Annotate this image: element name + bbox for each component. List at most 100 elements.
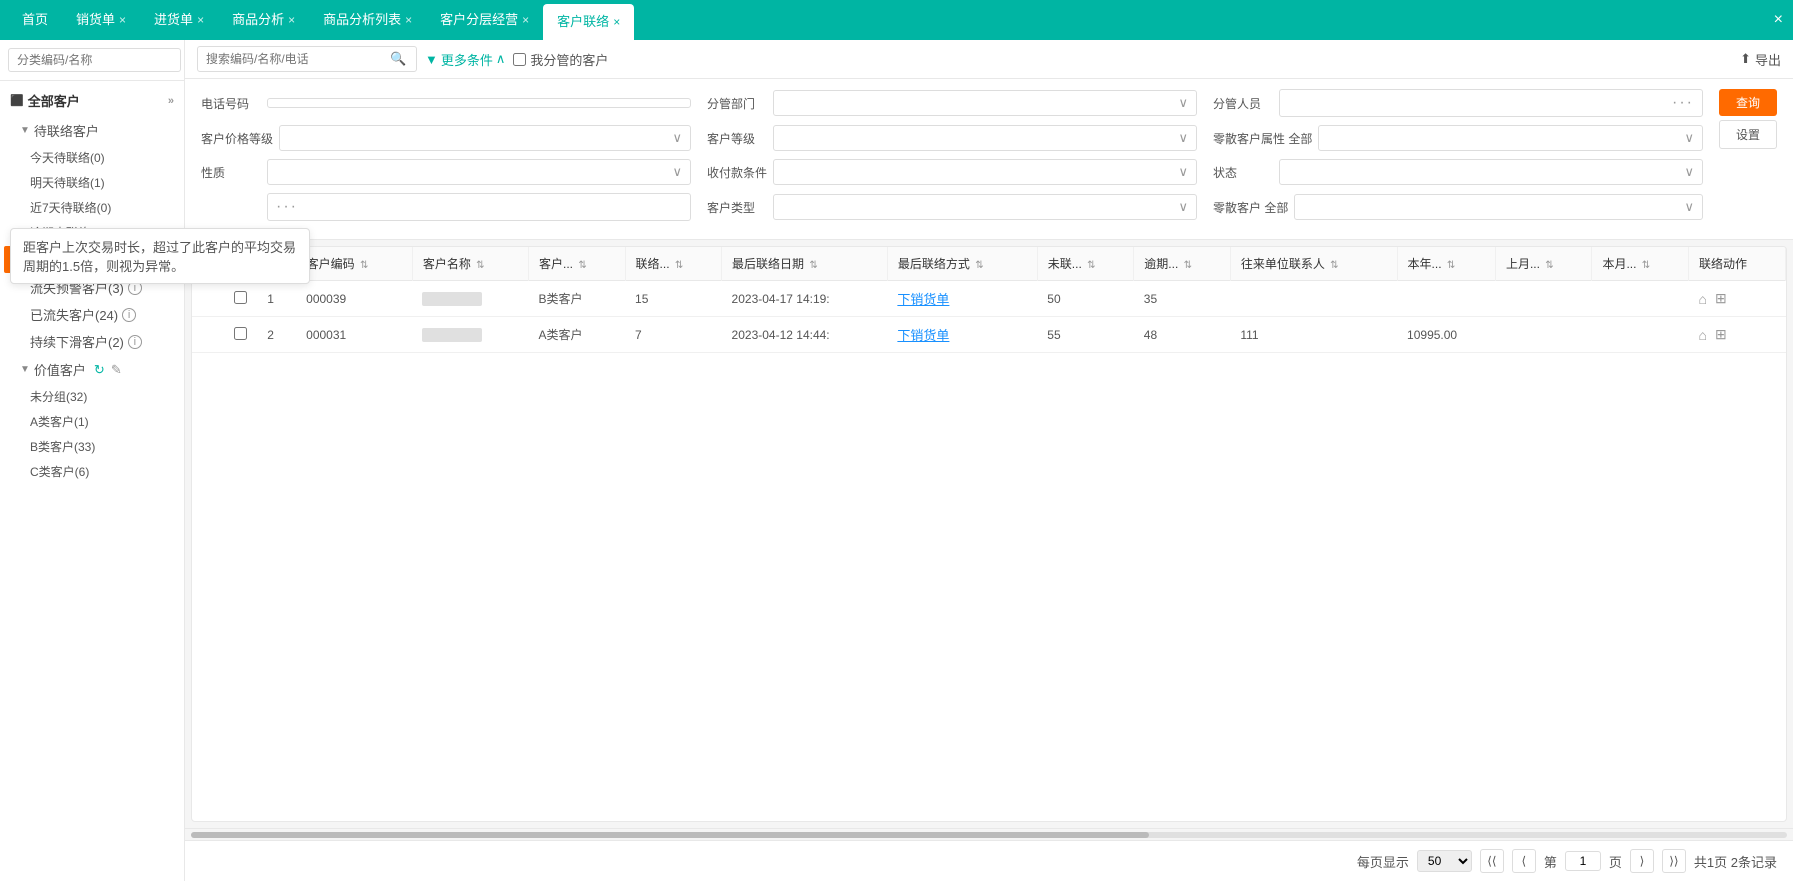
row-checkbox-1[interactable] [223, 281, 257, 317]
dept-select[interactable]: ∨ [773, 90, 1197, 116]
tree-leaf-b-class[interactable]: B类客户(33) [0, 434, 184, 459]
close-icon[interactable]: × [405, 0, 412, 40]
my-customers-checkbox[interactable]: 我分管的客户 [513, 50, 608, 69]
filter-row-4: ··· 客户类型 ∨ 零散客户 全部 [201, 193, 1703, 221]
settings-button[interactable]: 设置 [1719, 120, 1777, 149]
tree-leaf-tomorrow-pending[interactable]: 明天待联络(1) [0, 170, 184, 195]
nature-select[interactable]: ∨ [267, 159, 691, 185]
row-last-method-2[interactable]: 下销货单 [887, 317, 1037, 353]
table-header-company-contact[interactable]: 往来单位联系人 ⇅ [1230, 247, 1397, 281]
filter-field-status: 状态 ∨ [1213, 159, 1703, 185]
contact-action-icon-1[interactable]: ⌂ [1698, 291, 1706, 307]
nav-item-customer-tier[interactable]: 客户分层经营 × [426, 0, 543, 40]
row-index-1: 1 [257, 281, 296, 317]
page-number-input[interactable] [1565, 851, 1601, 871]
table-header-this-year[interactable]: 本年... ⇅ [1397, 247, 1495, 281]
more-conditions-toggle[interactable]: ▼ 更多条件 ∧ [425, 50, 505, 69]
extra-dots[interactable]: ··· [267, 193, 691, 221]
last-method-link-1[interactable]: 下销货单 [897, 292, 949, 307]
close-icon[interactable]: × [197, 0, 204, 40]
chevron-down-icon: ∨ [1684, 199, 1694, 215]
payment-select[interactable]: ∨ [773, 159, 1197, 185]
table-header-last-month[interactable]: 上月... ⇅ [1495, 247, 1592, 281]
tree-leaf-churned[interactable]: 已流失客户(24) i [0, 301, 184, 328]
tree-leaf-today-pending[interactable]: 今天待联络(0) [0, 145, 184, 170]
nav-item-home[interactable]: 首页 [8, 0, 62, 40]
retail-customer-select[interactable]: ∨ [1294, 194, 1703, 220]
filter-field-phone: 电话号码 [201, 95, 691, 112]
close-icon[interactable]: × [522, 0, 529, 40]
next-page-button[interactable]: ⟩ [1630, 849, 1654, 873]
table-header-name[interactable]: 客户名称 ⇅ [412, 247, 528, 281]
row-gear-2 [192, 317, 223, 353]
close-icon[interactable]: × [119, 0, 126, 40]
nav-item-product-analysis-list[interactable]: 商品分析列表 × [309, 0, 426, 40]
retail-attr-select[interactable]: ∨ [1318, 125, 1703, 151]
more-action-icon-1[interactable]: ⊞ [1715, 290, 1727, 307]
customer-type-select[interactable]: ∨ [773, 194, 1197, 220]
status-select[interactable]: ∨ [1279, 159, 1703, 185]
nav-item-purchase[interactable]: 进货单 × [140, 0, 218, 40]
first-page-button[interactable]: ⟨⟨ [1480, 849, 1504, 873]
row-this-year-2: 10995.00 [1397, 317, 1495, 353]
triangle-icon: ▼ [20, 364, 30, 375]
my-customers-check[interactable] [513, 53, 526, 66]
row-select-checkbox-1[interactable] [234, 291, 247, 304]
more-action-icon-2[interactable]: ⊞ [1715, 326, 1727, 343]
filter-search-input[interactable] [206, 52, 386, 66]
row-this-month-1 [1592, 281, 1689, 317]
last-page-button[interactable]: ⟩⟩ [1662, 849, 1686, 873]
tree-leaf-7days-pending[interactable]: 近7天待联络(0) [0, 195, 184, 220]
close-icon[interactable]: × [613, 4, 620, 40]
table-header-this-month[interactable]: 本月... ⇅ [1592, 247, 1689, 281]
nav-item-sales[interactable]: 销货单 × [62, 0, 140, 40]
info-icon: i [128, 335, 142, 349]
contact-action-icon-2[interactable]: ⌂ [1698, 327, 1706, 343]
last-method-link-2[interactable]: 下销货单 [897, 328, 949, 343]
table-header-overdue[interactable]: 逾期... ⇅ [1134, 247, 1231, 281]
row-select-checkbox-2[interactable] [234, 327, 247, 340]
table-header-code[interactable]: 客户编码 ⇅ [296, 247, 412, 281]
row-company-contact-1 [1230, 281, 1397, 317]
nav-item-customer-contact[interactable]: 客户联络 × [543, 4, 634, 40]
tree-group-value-customers[interactable]: ▼ 价值客户 ↻ ✎ [0, 355, 184, 384]
tree-all-customers[interactable]: ⬛ 全部客户 » [0, 85, 184, 116]
tree-leaf-a-class[interactable]: A类客户(1) [0, 409, 184, 434]
prev-page-button[interactable]: ⟨ [1512, 849, 1536, 873]
phone-input[interactable] [267, 98, 691, 108]
nav-item-product-analysis[interactable]: 商品分析 × [218, 0, 309, 40]
row-contact-2: 7 [625, 317, 722, 353]
table-header-unpaid[interactable]: 未联... ⇅ [1037, 247, 1134, 281]
scrollbar-thumb[interactable] [191, 832, 1149, 838]
query-button[interactable]: 查询 [1719, 89, 1777, 116]
close-icon[interactable]: × [288, 0, 295, 40]
row-last-month-2 [1495, 317, 1592, 353]
filter-field-customer-level: 客户等级 ∨ [707, 125, 1197, 151]
total-info: 共1页 2条记录 [1694, 852, 1777, 871]
sidebar-search-input[interactable] [8, 48, 181, 72]
table-header-type[interactable]: 客户... ⇅ [529, 247, 626, 281]
row-last-method-1[interactable]: 下销货单 [887, 281, 1037, 317]
per-page-select[interactable]: 50 20 100 [1417, 850, 1472, 872]
row-checkbox-2[interactable] [223, 317, 257, 353]
customer-level-select[interactable]: ∨ [773, 125, 1197, 151]
filter-search-icon[interactable]: 🔍 [390, 51, 406, 67]
tree-leaf-c-class[interactable]: C类客户(6) [0, 459, 184, 484]
row-company-contact-2: 111 [1230, 317, 1397, 353]
person-select[interactable]: ··· [1279, 89, 1703, 117]
filter-bar: 🔍 ▼ 更多条件 ∧ 我分管的客户 ⬆ 导出 [185, 40, 1793, 79]
export-button[interactable]: ⬆ 导出 [1740, 50, 1781, 69]
window-close-button[interactable]: × [1774, 11, 1783, 29]
sidebar-collapse-arrow[interactable]: » [168, 95, 174, 107]
tree-leaf-declining[interactable]: 持续下滑客户(2) i [0, 328, 184, 355]
refresh-icon[interactable]: ↻ [94, 362, 105, 378]
price-level-select[interactable]: ∨ [279, 125, 691, 151]
table-header-last-contact-method[interactable]: 最后联络方式 ⇅ [887, 247, 1037, 281]
row-gear-1 [192, 281, 223, 317]
tree-group-pending-contact[interactable]: ▼ 待联络客户 [0, 116, 184, 145]
horizontal-scrollbar[interactable] [185, 828, 1793, 840]
tree-leaf-ungrouped[interactable]: 未分组(32) [0, 384, 184, 409]
edit-icon[interactable]: ✎ [111, 362, 122, 378]
table-header-last-contact-date[interactable]: 最后联络日期 ⇅ [722, 247, 888, 281]
table-header-contact-count[interactable]: 联络... ⇅ [625, 247, 722, 281]
